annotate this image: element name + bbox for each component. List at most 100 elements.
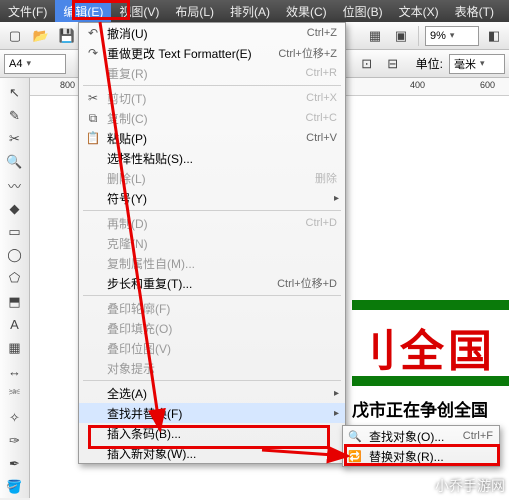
chevron-down-icon: ▾ [450, 30, 455, 41]
menu-item: 删除(L)删除 [79, 168, 345, 188]
menu-shortcut: Ctrl+Z [307, 27, 337, 39]
submenu-item-icon: 🔍 [348, 430, 362, 443]
save-icon[interactable]: 💾 [56, 25, 78, 47]
menu-item[interactable]: ↷ 重做更改 Text Formatter(E) Ctrl+位移+Z [79, 43, 345, 63]
freehand-tool-icon[interactable]: 〰 [4, 175, 26, 196]
polygon-tool-icon[interactable]: ⬠ [4, 268, 26, 289]
fill-tool-icon[interactable]: 🪣 [4, 477, 26, 498]
menu-item-label: 全选(A) [107, 385, 147, 402]
menu-item[interactable]: 符号(Y)▸ [79, 188, 345, 208]
menu-table[interactable]: 表格(T) [447, 0, 502, 22]
misc-icon-2[interactable]: ▣ [390, 25, 412, 47]
menu-item-label: 插入条码(B)... [107, 425, 181, 442]
unit-label: 单位: [416, 55, 443, 72]
unit-combo[interactable]: 毫米 ▾ [449, 54, 505, 74]
menu-item-label: 步长和重复(T)... [107, 275, 192, 292]
menu-item: 复制属性自(M)... [79, 253, 345, 273]
menu-item-label: 剪切(T) [107, 90, 146, 107]
menu-file[interactable]: 文件(F) [0, 0, 55, 22]
submenu-arrow-icon: ▸ [334, 408, 339, 419]
menu-item-label: 重复(R) [107, 65, 148, 82]
menu-item[interactable]: 选择性粘贴(S)... [79, 148, 345, 168]
menu-item-icon: ⧉ [85, 111, 101, 126]
menu-shortcut: Ctrl+位移+D [277, 275, 337, 291]
rectangle-tool-icon[interactable]: ▭ [4, 221, 26, 242]
menu-item-icon: ↷ [85, 46, 101, 60]
menu-item-label: 重做更改 Text Formatter(E) [107, 45, 252, 62]
ellipse-tool-icon[interactable]: ◯ [4, 245, 26, 266]
menu-item-icon: ✂ [85, 91, 101, 105]
menu-view[interactable]: 视图(V) [111, 0, 167, 22]
crop-tool-icon[interactable]: ✂ [4, 128, 26, 149]
menu-item[interactable]: 步长和重复(T)... Ctrl+位移+D [79, 273, 345, 293]
shape-tool-icon[interactable]: ✎ [4, 105, 26, 126]
menu-item[interactable]: 查找并替换(F)▸ [79, 403, 345, 423]
smart-fill-icon[interactable]: ◆ [4, 198, 26, 219]
prop-icon-2[interactable]: ⊡ [356, 53, 378, 75]
submenu-item-label: 替换对象(R)... [369, 448, 444, 465]
menu-item[interactable]: 插入条码(B)... [79, 423, 345, 443]
menu-item[interactable]: 📋粘贴(P)Ctrl+V [79, 128, 345, 148]
interactive-tool-icon[interactable]: ✧ [4, 407, 26, 428]
menu-arrange[interactable]: 排列(A) [222, 0, 278, 22]
chevron-down-icon: ▾ [26, 58, 31, 69]
menu-shortcut: Ctrl+位移+Z [278, 45, 337, 61]
dimension-tool-icon[interactable]: ↔ [4, 361, 26, 382]
menu-shortcut: Ctrl+V [306, 132, 337, 144]
new-icon[interactable]: ▢ [4, 25, 26, 47]
menu-bitmap[interactable]: 位图(B) [335, 0, 391, 22]
menu-text[interactable]: 文本(X) [391, 0, 447, 22]
basic-shapes-icon[interactable]: ⬒ [4, 291, 26, 312]
submenu-item-label: 查找对象(O)... [369, 428, 444, 445]
page-graphic [352, 300, 509, 310]
toolbox: ↖ ✎ ✂ 🔍 〰 ◆ ▭ ◯ ⬠ ⬒ A ▦ ↔ ⎃ ✧ ✑ ✒ 🪣 [0, 78, 30, 498]
open-icon[interactable]: 📂 [30, 25, 52, 47]
submenu-item[interactable]: 🔁 替换对象(R)... [343, 446, 499, 466]
menu-item[interactable]: ↶撤消(U)Ctrl+Z [79, 23, 345, 43]
menu-item: 再制(D)Ctrl+D [79, 213, 345, 233]
menu-item[interactable]: 插入新对象(W)... [79, 443, 345, 463]
menu-item-label: 叠印填充(O) [107, 320, 172, 337]
zoom-combo[interactable]: 9% ▾ [425, 26, 479, 46]
submenu-item-icon: 🔁 [348, 450, 362, 463]
page-text-line: 戊市正在争创全国 [352, 396, 488, 421]
menu-shortcut: Ctrl+X [306, 92, 337, 104]
menu-item: ⧉复制(C)Ctrl+C [79, 108, 345, 128]
menu-item-label: 符号(Y) [107, 190, 147, 207]
pick-tool-icon[interactable]: ↖ [4, 82, 26, 103]
page-graphic [352, 376, 509, 386]
prop-icon-3[interactable]: ⊟ [382, 53, 404, 75]
menu-item: 叠印位图(V) [79, 338, 345, 358]
zoom-tool-icon[interactable]: 🔍 [4, 152, 26, 173]
menu-item-label: 复制属性自(M)... [107, 255, 195, 272]
menu-item[interactable]: 全选(A) ▸ [79, 383, 345, 403]
menu-shortcut: Ctrl+C [306, 112, 337, 124]
paper-size-value: A4 [9, 58, 22, 70]
submenu-item[interactable]: 🔍 查找对象(O)... Ctrl+F [343, 426, 499, 446]
text-tool-icon[interactable]: A [4, 314, 26, 335]
submenu-shortcut: Ctrl+F [463, 430, 493, 442]
paper-size-combo[interactable]: A4 ▾ [4, 54, 66, 74]
table-tool-icon[interactable]: ▦ [4, 337, 26, 358]
menu-item-label: 插入新对象(W)... [107, 445, 196, 462]
tool-icon[interactable]: ◧ [483, 25, 505, 47]
watermark: 小乔手游网 [435, 476, 505, 496]
menu-item-label: 叠印位图(V) [107, 340, 171, 357]
menu-item: ✂ 剪切(T) Ctrl+X [79, 88, 345, 108]
menu-layout[interactable]: 布局(L) [167, 0, 222, 22]
outline-tool-icon[interactable]: ✒ [4, 454, 26, 475]
connector-tool-icon[interactable]: ⎃ [4, 384, 26, 405]
ruler-mark: 800 [60, 80, 75, 90]
menu-edit[interactable]: 编辑(E) [55, 0, 111, 22]
submenu-arrow-icon: ▸ [334, 388, 339, 399]
misc-icon[interactable]: ▦ [364, 25, 386, 47]
ruler-mark: 400 [410, 80, 425, 90]
edit-menu-dropdown: ↶撤消(U)Ctrl+Z ↷ 重做更改 Text Formatter(E) Ctrl+… [78, 22, 346, 464]
menu-item-icon: 📋 [85, 131, 101, 145]
menu-item: 克隆(N) [79, 233, 345, 253]
page-headline: 刂全国 [352, 315, 496, 379]
menu-effects[interactable]: 效果(C) [278, 0, 335, 22]
zoom-value: 9% [430, 30, 446, 42]
menu-shortcut: Ctrl+D [306, 217, 337, 229]
eyedropper-icon[interactable]: ✑ [4, 430, 26, 451]
